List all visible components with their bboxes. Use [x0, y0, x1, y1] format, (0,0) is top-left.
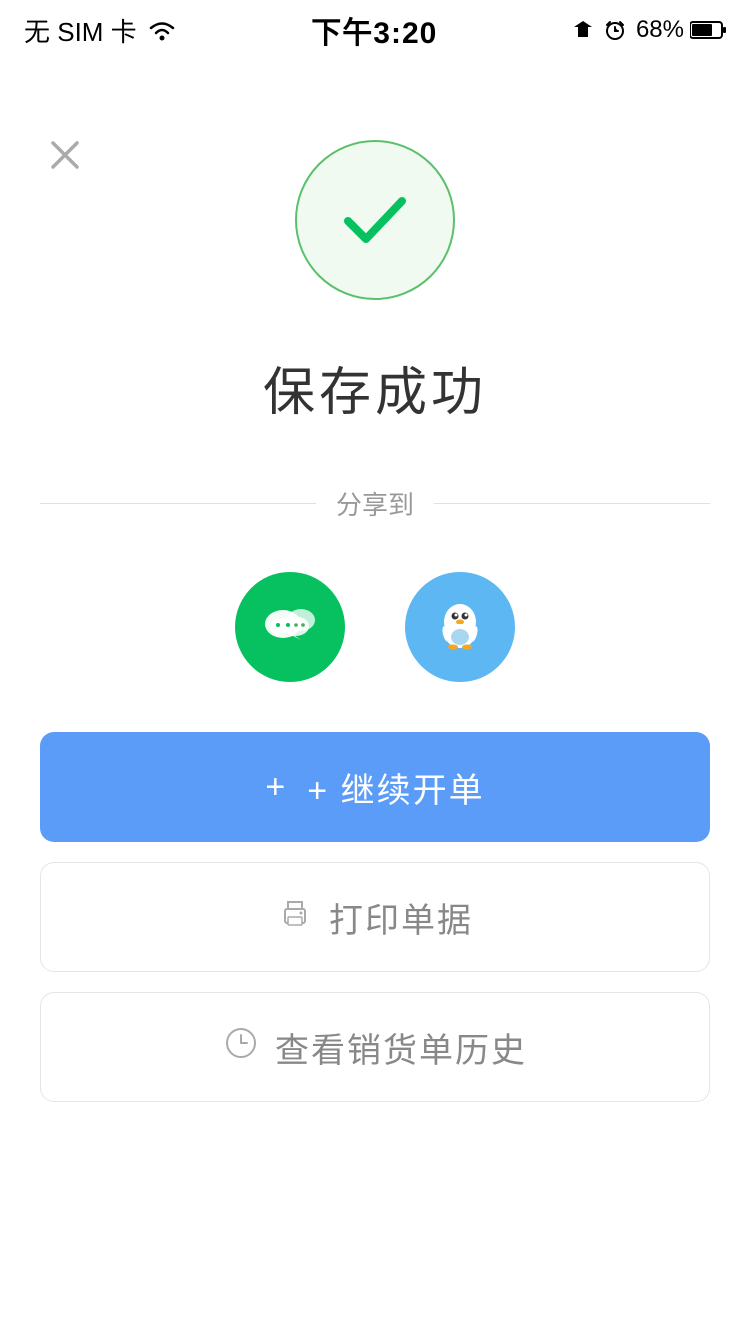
status-time: 下午3:20 [311, 8, 437, 52]
main-content: 保存成功 分享到 [0, 60, 750, 1334]
divider-line-left [40, 503, 316, 504]
battery-icon [690, 20, 726, 40]
success-title: 保存成功 [263, 350, 487, 425]
battery-indicator: 68% [636, 16, 726, 44]
status-left: 无 SIM 卡 [24, 12, 177, 49]
print-label: 打印单据 [329, 893, 473, 942]
battery-percent: 68% [636, 16, 684, 44]
wechat-icon [257, 594, 323, 660]
success-icon-circle [295, 140, 455, 300]
continue-button[interactable]: + + 继续开单 [40, 732, 710, 842]
share-label: 分享到 [336, 485, 414, 522]
printer-icon [277, 895, 313, 940]
qq-icon [427, 594, 493, 660]
wechat-share-button[interactable] [235, 572, 345, 682]
continue-label: + 继续开单 [307, 763, 484, 812]
plus-icon: + [265, 768, 287, 807]
status-bar: 无 SIM 卡 下午3:20 68% [0, 0, 750, 60]
status-right: 68% [572, 16, 726, 44]
alarm-icon [604, 19, 626, 41]
share-icons [40, 572, 710, 682]
divider-line-right [434, 503, 710, 504]
share-divider: 分享到 [40, 485, 710, 522]
qq-share-button[interactable] [405, 572, 515, 682]
location-icon [572, 19, 594, 41]
history-button[interactable]: 查看销货单历史 [40, 992, 710, 1102]
history-label: 查看销货单历史 [275, 1023, 527, 1072]
no-sim-text: 无 SIM 卡 [24, 12, 137, 49]
wifi-icon [147, 19, 177, 41]
close-button[interactable] [40, 130, 90, 180]
action-buttons: + + 继续开单 打印单据 查看销货单历史 [0, 732, 750, 1102]
history-icon [223, 1025, 259, 1070]
share-section: 分享到 [0, 485, 750, 682]
check-icon [330, 175, 420, 265]
print-button[interactable]: 打印单据 [40, 862, 710, 972]
